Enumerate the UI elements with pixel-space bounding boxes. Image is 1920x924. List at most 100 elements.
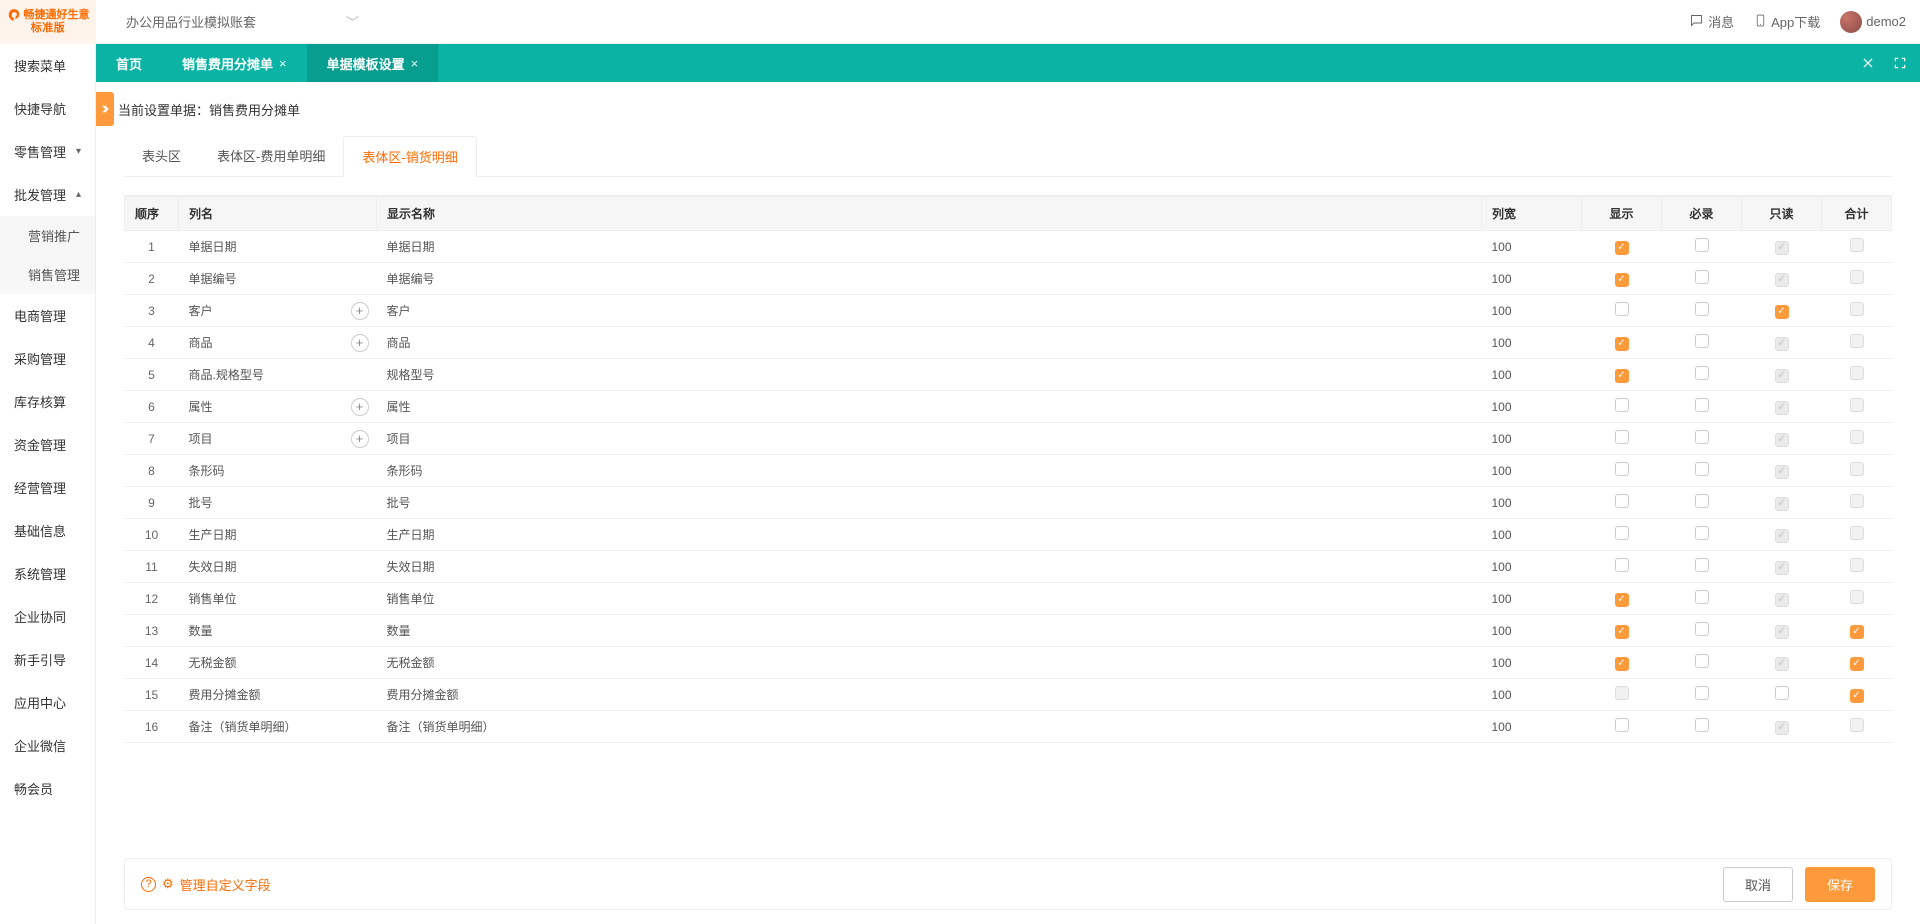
checkbox[interactable]: ✓ bbox=[1850, 657, 1864, 671]
cell-dispname[interactable]: 生产日期 bbox=[377, 519, 1482, 551]
cell-dispname[interactable]: 规格型号 bbox=[377, 359, 1482, 391]
checkbox[interactable] bbox=[1615, 302, 1629, 316]
checkbox[interactable] bbox=[1695, 526, 1709, 540]
checkbox[interactable]: ✓ bbox=[1615, 657, 1629, 671]
checkbox[interactable]: ✓ bbox=[1775, 305, 1789, 319]
cell-dispname[interactable]: 费用分摊金额 bbox=[377, 679, 1482, 711]
tab-close-icon[interactable]: × bbox=[411, 56, 419, 71]
checkbox[interactable] bbox=[1615, 558, 1629, 572]
cell-dispname[interactable]: 失效日期 bbox=[377, 551, 1482, 583]
close-all-icon[interactable] bbox=[1856, 51, 1880, 75]
checkbox[interactable]: ✓ bbox=[1615, 337, 1629, 351]
sidebar-item[interactable]: 基础信息 bbox=[0, 509, 95, 552]
cell-width[interactable]: 100 bbox=[1482, 615, 1582, 647]
checkbox[interactable] bbox=[1695, 366, 1709, 380]
checkbox[interactable] bbox=[1695, 302, 1709, 316]
checkbox[interactable] bbox=[1695, 334, 1709, 348]
checkbox[interactable] bbox=[1695, 494, 1709, 508]
cell-width[interactable]: 100 bbox=[1482, 711, 1582, 743]
sidebar-item[interactable]: 库存核算 bbox=[0, 380, 95, 423]
fullscreen-icon[interactable] bbox=[1888, 51, 1912, 75]
sidebar-item[interactable]: 应用中心 bbox=[0, 681, 95, 724]
cell-width[interactable]: 100 bbox=[1482, 295, 1582, 327]
cell-width[interactable]: 100 bbox=[1482, 231, 1582, 263]
checkbox[interactable]: ✓ bbox=[1615, 241, 1629, 255]
cell-dispname[interactable]: 批号 bbox=[377, 487, 1482, 519]
inner-tab[interactable]: 表体区-费用单明细 bbox=[199, 136, 343, 176]
cell-width[interactable]: 100 bbox=[1482, 455, 1582, 487]
checkbox[interactable] bbox=[1695, 686, 1709, 700]
cell-dispname[interactable]: 商品 bbox=[377, 327, 1482, 359]
checkbox[interactable] bbox=[1615, 718, 1629, 732]
checkbox[interactable] bbox=[1695, 654, 1709, 668]
sidebar-item[interactable]: 搜索菜单 bbox=[0, 44, 95, 87]
cell-width[interactable]: 100 bbox=[1482, 583, 1582, 615]
checkbox[interactable] bbox=[1695, 558, 1709, 572]
tab[interactable]: 首页 bbox=[96, 44, 162, 82]
manage-custom-fields-link[interactable]: 管理自定义字段 bbox=[180, 875, 271, 894]
checkbox[interactable] bbox=[1695, 718, 1709, 732]
sidebar-item[interactable]: 经营管理 bbox=[0, 466, 95, 509]
checkbox[interactable]: ✓ bbox=[1850, 625, 1864, 639]
sidebar-sub-item[interactable]: 营销推广 bbox=[0, 216, 95, 255]
cell-dispname[interactable]: 无税金额 bbox=[377, 647, 1482, 679]
tab[interactable]: 单据模板设置× bbox=[307, 44, 439, 82]
sidebar-sub-item[interactable]: 销售管理 bbox=[0, 255, 95, 294]
sidebar-item[interactable]: 批发管理▴ bbox=[0, 173, 95, 216]
cell-dispname[interactable]: 单据日期 bbox=[377, 231, 1482, 263]
expand-icon[interactable]: + bbox=[351, 334, 369, 352]
checkbox[interactable] bbox=[1695, 430, 1709, 444]
cell-dispname[interactable]: 销售单位 bbox=[377, 583, 1482, 615]
sidebar-item[interactable]: 畅会员 bbox=[0, 767, 95, 810]
account-set-selector[interactable]: 办公用品行业模拟账套 ﹀ bbox=[126, 12, 359, 31]
expand-icon[interactable]: + bbox=[351, 302, 369, 320]
sidebar-item[interactable]: 企业微信 bbox=[0, 724, 95, 767]
checkbox[interactable] bbox=[1615, 398, 1629, 412]
checkbox[interactable] bbox=[1615, 430, 1629, 444]
cell-dispname[interactable]: 项目 bbox=[377, 423, 1482, 455]
cell-width[interactable]: 100 bbox=[1482, 391, 1582, 423]
tab-close-icon[interactable]: × bbox=[279, 56, 287, 71]
inner-tab[interactable]: 表体区-销货明细 bbox=[343, 136, 476, 177]
cell-width[interactable]: 100 bbox=[1482, 679, 1582, 711]
checkbox[interactable] bbox=[1615, 494, 1629, 508]
cell-dispname[interactable]: 单据编号 bbox=[377, 263, 1482, 295]
checkbox[interactable] bbox=[1695, 622, 1709, 636]
sidebar-item[interactable]: 快捷导航 bbox=[0, 87, 95, 130]
expand-icon[interactable]: + bbox=[351, 430, 369, 448]
cell-width[interactable]: 100 bbox=[1482, 551, 1582, 583]
context-toggle-handle[interactable] bbox=[96, 92, 114, 126]
cell-width[interactable]: 100 bbox=[1482, 423, 1582, 455]
cell-width[interactable]: 100 bbox=[1482, 327, 1582, 359]
app-download-link[interactable]: App下载 bbox=[1754, 12, 1820, 31]
tab[interactable]: 销售费用分摊单× bbox=[162, 44, 307, 82]
cell-width[interactable]: 100 bbox=[1482, 519, 1582, 551]
sidebar-item[interactable]: 电商管理 bbox=[0, 294, 95, 337]
sidebar-item[interactable]: 系统管理 bbox=[0, 552, 95, 595]
inner-tab[interactable]: 表头区 bbox=[124, 136, 199, 176]
cell-width[interactable]: 100 bbox=[1482, 487, 1582, 519]
cell-width[interactable]: 100 bbox=[1482, 263, 1582, 295]
checkbox[interactable] bbox=[1695, 238, 1709, 252]
checkbox[interactable]: ✓ bbox=[1615, 593, 1629, 607]
user-menu[interactable]: demo2 bbox=[1840, 11, 1906, 33]
checkbox[interactable] bbox=[1695, 270, 1709, 284]
cell-dispname[interactable]: 条形码 bbox=[377, 455, 1482, 487]
cell-dispname[interactable]: 客户 bbox=[377, 295, 1482, 327]
checkbox[interactable]: ✓ bbox=[1850, 689, 1864, 703]
checkbox[interactable] bbox=[1775, 686, 1789, 700]
cell-dispname[interactable]: 备注（销货单明细） bbox=[377, 711, 1482, 743]
sidebar-item[interactable]: 资金管理 bbox=[0, 423, 95, 466]
cell-dispname[interactable]: 属性 bbox=[377, 391, 1482, 423]
checkbox[interactable] bbox=[1615, 526, 1629, 540]
sidebar-item[interactable]: 采购管理 bbox=[0, 337, 95, 380]
sidebar-item[interactable]: 企业协同 bbox=[0, 595, 95, 638]
save-button[interactable]: 保存 bbox=[1805, 867, 1875, 902]
expand-icon[interactable]: + bbox=[351, 398, 369, 416]
checkbox[interactable] bbox=[1695, 590, 1709, 604]
checkbox[interactable] bbox=[1695, 462, 1709, 476]
messages-link[interactable]: 消息 bbox=[1689, 12, 1734, 31]
cell-dispname[interactable]: 数量 bbox=[377, 615, 1482, 647]
checkbox[interactable]: ✓ bbox=[1615, 625, 1629, 639]
checkbox[interactable]: ✓ bbox=[1615, 273, 1629, 287]
